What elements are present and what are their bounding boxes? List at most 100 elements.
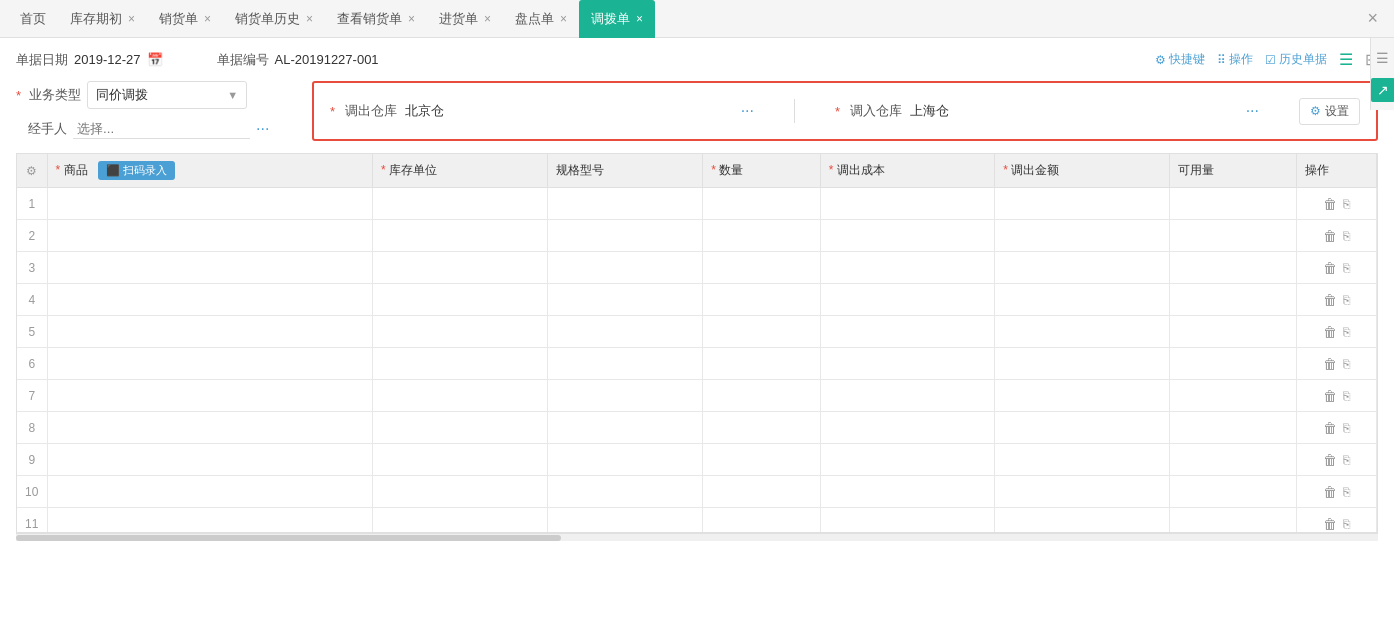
cell-qty[interactable] <box>703 316 820 348</box>
warehouse-in-dots[interactable]: ··· <box>1246 103 1259 119</box>
cell-spec[interactable] <box>547 220 703 252</box>
cell-cost[interactable] <box>820 444 995 476</box>
tab-close-transfer[interactable]: × <box>636 12 643 26</box>
delete-row-button[interactable]: 🗑 <box>1323 228 1337 244</box>
tab-purchase[interactable]: 进货单 × <box>427 0 503 38</box>
cell-spec[interactable] <box>547 380 703 412</box>
cell-spec[interactable] <box>547 412 703 444</box>
cell-product[interactable] <box>47 284 373 316</box>
delete-row-button[interactable]: 🗑 <box>1323 452 1337 468</box>
copy-row-button[interactable]: ⎘ <box>1343 293 1350 307</box>
cell-spec[interactable] <box>547 476 703 508</box>
cell-spec[interactable] <box>547 444 703 476</box>
cell-unit[interactable] <box>373 380 548 412</box>
cell-spec[interactable] <box>547 188 703 220</box>
cell-cost[interactable] <box>820 316 995 348</box>
cell-cost[interactable] <box>820 508 995 534</box>
settings-button[interactable]: ⚙ 设置 <box>1299 98 1360 125</box>
horizontal-scrollbar[interactable] <box>16 533 1378 541</box>
col-gear[interactable]: ⚙ <box>17 154 47 188</box>
cell-qty[interactable] <box>703 348 820 380</box>
cell-product[interactable] <box>47 508 373 534</box>
cell-qty[interactable] <box>703 444 820 476</box>
cell-qty[interactable] <box>703 380 820 412</box>
delete-row-button[interactable]: 🗑 <box>1323 356 1337 372</box>
tab-inventory-init[interactable]: 库存期初 × <box>58 0 147 38</box>
delete-row-button[interactable]: 🗑 <box>1323 388 1337 404</box>
copy-row-button[interactable]: ⎘ <box>1343 421 1350 435</box>
tab-close-view-sales[interactable]: × <box>408 12 415 26</box>
copy-row-button[interactable]: ⎘ <box>1343 261 1350 275</box>
cell-cost[interactable] <box>820 284 995 316</box>
cell-amount[interactable] <box>995 220 1170 252</box>
tab-close-inventory-check[interactable]: × <box>560 12 567 26</box>
cell-cost[interactable] <box>820 348 995 380</box>
cell-unit[interactable] <box>373 412 548 444</box>
delete-row-button[interactable]: 🗑 <box>1323 260 1337 276</box>
cell-amount[interactable] <box>995 188 1170 220</box>
cell-amount[interactable] <box>995 508 1170 534</box>
cell-unit[interactable] <box>373 508 548 534</box>
copy-row-button[interactable]: ⎘ <box>1343 485 1350 499</box>
cell-amount[interactable] <box>995 284 1170 316</box>
cell-product[interactable] <box>47 412 373 444</box>
cell-cost[interactable] <box>820 188 995 220</box>
tab-inventory-check[interactable]: 盘点单 × <box>503 0 579 38</box>
cell-qty[interactable] <box>703 284 820 316</box>
delete-row-button[interactable]: 🗑 <box>1323 292 1337 308</box>
delete-row-button[interactable]: 🗑 <box>1323 484 1337 500</box>
right-panel-list-icon[interactable]: ☰ <box>1371 46 1395 70</box>
cell-unit[interactable] <box>373 252 548 284</box>
cell-qty[interactable] <box>703 476 820 508</box>
cell-spec[interactable] <box>547 252 703 284</box>
tab-close-purchase[interactable]: × <box>484 12 491 26</box>
copy-row-button[interactable]: ⎘ <box>1343 325 1350 339</box>
cell-unit[interactable] <box>373 188 548 220</box>
cell-product[interactable] <box>47 476 373 508</box>
cell-product[interactable] <box>47 252 373 284</box>
cell-product[interactable] <box>47 380 373 412</box>
window-close-button[interactable]: × <box>1359 8 1386 29</box>
cell-spec[interactable] <box>547 348 703 380</box>
handler-input[interactable] <box>73 119 250 139</box>
cell-unit[interactable] <box>373 348 548 380</box>
tab-close-sales-history[interactable]: × <box>306 12 313 26</box>
cell-product[interactable] <box>47 188 373 220</box>
copy-row-button[interactable]: ⎘ <box>1343 389 1350 403</box>
cell-amount[interactable] <box>995 444 1170 476</box>
delete-row-button[interactable]: 🗑 <box>1323 196 1337 212</box>
copy-row-button[interactable]: ⎘ <box>1343 357 1350 371</box>
handler-dots-button[interactable]: ··· <box>256 121 269 137</box>
cell-cost[interactable] <box>820 220 995 252</box>
cell-cost[interactable] <box>820 412 995 444</box>
cell-product[interactable] <box>47 348 373 380</box>
cell-qty[interactable] <box>703 508 820 534</box>
tab-sales[interactable]: 销货单 × <box>147 0 223 38</box>
cell-cost[interactable] <box>820 380 995 412</box>
tab-transfer[interactable]: 调拨单 × <box>579 0 655 38</box>
biz-type-select[interactable]: 同价调拨 ▼ <box>87 81 247 109</box>
cell-amount[interactable] <box>995 348 1170 380</box>
operations-action[interactable]: ⠿ 操作 <box>1217 51 1253 68</box>
cell-unit[interactable] <box>373 220 548 252</box>
cell-amount[interactable] <box>995 316 1170 348</box>
delete-row-button[interactable]: 🗑 <box>1323 420 1337 436</box>
tab-sales-history[interactable]: 销货单历史 × <box>223 0 325 38</box>
tab-close-sales[interactable]: × <box>204 12 211 26</box>
cell-unit[interactable] <box>373 444 548 476</box>
cell-amount[interactable] <box>995 476 1170 508</box>
cell-unit[interactable] <box>373 284 548 316</box>
cell-spec[interactable] <box>547 316 703 348</box>
cell-qty[interactable] <box>703 188 820 220</box>
scrollbar-thumb[interactable] <box>16 535 561 541</box>
tab-home[interactable]: 首页 <box>8 0 58 38</box>
layout-icon-list[interactable]: ☰ <box>1339 50 1353 69</box>
cell-product[interactable] <box>47 316 373 348</box>
delete-row-button[interactable]: 🗑 <box>1323 516 1337 532</box>
cell-unit[interactable] <box>373 476 548 508</box>
cell-spec[interactable] <box>547 284 703 316</box>
tab-view-sales[interactable]: 查看销货单 × <box>325 0 427 38</box>
cell-amount[interactable] <box>995 412 1170 444</box>
shortcut-action[interactable]: ⚙ 快捷键 <box>1155 51 1205 68</box>
copy-row-button[interactable]: ⎘ <box>1343 453 1350 467</box>
